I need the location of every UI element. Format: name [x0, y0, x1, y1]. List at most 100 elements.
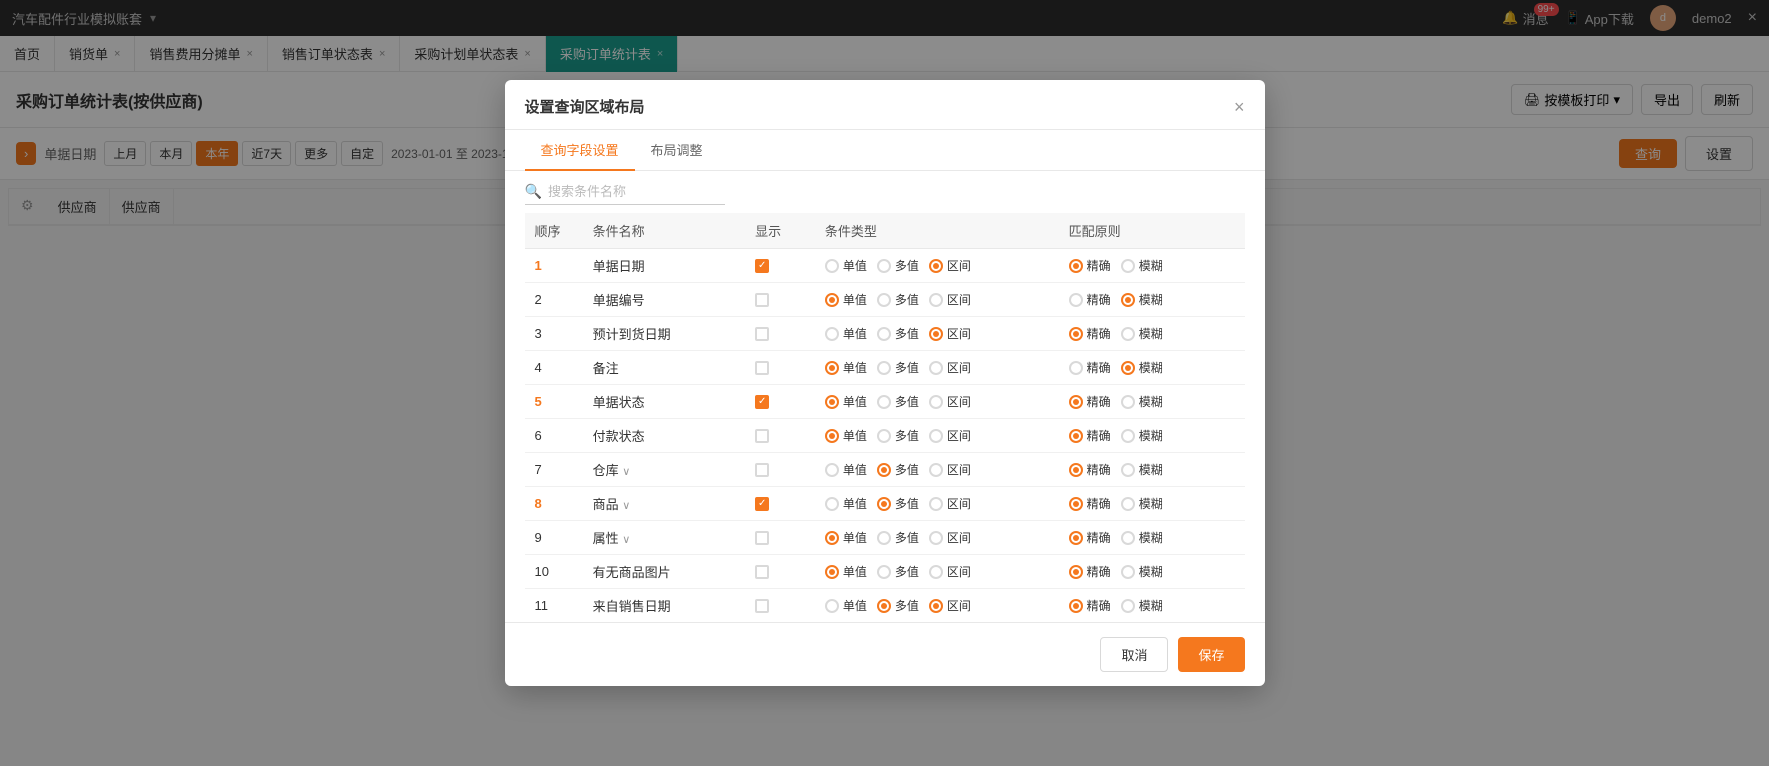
match-radio-exact[interactable]: 精确	[1069, 393, 1111, 410]
cell-show[interactable]	[745, 521, 815, 555]
match-radio-exact[interactable]: 精确	[1069, 325, 1111, 342]
type-radio-multi[interactable]: 多值	[877, 325, 919, 342]
type-radio-single[interactable]: 单值	[825, 495, 867, 512]
match-radio-exact[interactable]: 精确	[1069, 291, 1111, 308]
type-radio-label-multi: 多值	[895, 325, 919, 342]
match-radio-group: 精确模糊	[1069, 359, 1235, 376]
type-radio-multi[interactable]: 多值	[877, 597, 919, 614]
type-radio-multi[interactable]: 多值	[877, 461, 919, 478]
match-radio-fuzzy[interactable]: 模糊	[1121, 393, 1163, 410]
match-radio-exact[interactable]: 精确	[1069, 427, 1111, 444]
save-button[interactable]: 保存	[1178, 637, 1244, 672]
type-radio-multi[interactable]: 多值	[877, 495, 919, 512]
show-checkbox[interactable]	[755, 395, 769, 409]
match-radio-fuzzy[interactable]: 模糊	[1121, 563, 1163, 580]
match-radio-fuzzy[interactable]: 模糊	[1121, 495, 1163, 512]
cell-show[interactable]	[745, 419, 815, 453]
cell-show[interactable]	[745, 453, 815, 487]
match-radio-exact[interactable]: 精确	[1069, 563, 1111, 580]
type-radio-range[interactable]: 区间	[929, 257, 971, 274]
match-radio-fuzzy[interactable]: 模糊	[1121, 359, 1163, 376]
cell-show[interactable]	[745, 283, 815, 317]
cell-show[interactable]	[745, 317, 815, 351]
show-checkbox[interactable]	[755, 463, 769, 477]
cell-show[interactable]	[745, 555, 815, 589]
cell-show[interactable]	[745, 589, 815, 623]
show-checkbox[interactable]	[755, 327, 769, 341]
type-radio-single[interactable]: 单值	[825, 529, 867, 546]
th-type: 条件类型	[815, 213, 1059, 249]
type-radio-circle-single	[825, 599, 839, 613]
dialog-close-button[interactable]: ×	[1234, 98, 1245, 116]
cell-show[interactable]	[745, 385, 815, 419]
match-radio-fuzzy[interactable]: 模糊	[1121, 257, 1163, 274]
match-radio-exact[interactable]: 精确	[1069, 495, 1111, 512]
cell-name: 备注	[583, 351, 746, 385]
type-radio-range[interactable]: 区间	[929, 325, 971, 342]
type-radio-single[interactable]: 单值	[825, 291, 867, 308]
type-radio-range[interactable]: 区间	[929, 495, 971, 512]
type-radio-multi[interactable]: 多值	[877, 359, 919, 376]
type-radio-range[interactable]: 区间	[929, 461, 971, 478]
type-radio-range[interactable]: 区间	[929, 359, 971, 376]
type-radio-range[interactable]: 区间	[929, 393, 971, 410]
match-radio-fuzzy[interactable]: 模糊	[1121, 427, 1163, 444]
type-radio-multi[interactable]: 多值	[877, 257, 919, 274]
show-checkbox[interactable]	[755, 259, 769, 273]
type-radio-single[interactable]: 单值	[825, 393, 867, 410]
type-radio-single[interactable]: 单值	[825, 597, 867, 614]
type-radio-range[interactable]: 区间	[929, 563, 971, 580]
match-radio-exact[interactable]: 精确	[1069, 461, 1111, 478]
table-row: 2单据编号单值多值区间精确模糊	[525, 283, 1245, 317]
type-radio-multi[interactable]: 多值	[877, 529, 919, 546]
match-radio-fuzzy[interactable]: 模糊	[1121, 597, 1163, 614]
type-radio-single[interactable]: 单值	[825, 257, 867, 274]
match-radio-exact[interactable]: 精确	[1069, 257, 1111, 274]
type-radio-single[interactable]: 单值	[825, 325, 867, 342]
show-checkbox[interactable]	[755, 497, 769, 511]
match-radio-fuzzy[interactable]: 模糊	[1121, 325, 1163, 342]
show-checkbox[interactable]	[755, 429, 769, 443]
dialog-tab-fields[interactable]: 查询字段设置	[525, 130, 635, 171]
type-radio-multi[interactable]: 多值	[877, 393, 919, 410]
type-radio-label-range: 区间	[947, 359, 971, 376]
type-radio-label-single: 单值	[843, 291, 867, 308]
show-checkbox[interactable]	[755, 565, 769, 579]
type-radio-single[interactable]: 单值	[825, 359, 867, 376]
cell-show[interactable]	[745, 249, 815, 283]
match-radio-fuzzy[interactable]: 模糊	[1121, 291, 1163, 308]
type-radio-range[interactable]: 区间	[929, 529, 971, 546]
type-radio-circle-multi	[877, 565, 891, 579]
match-radio-fuzzy[interactable]: 模糊	[1121, 529, 1163, 546]
search-input[interactable]	[548, 184, 708, 199]
cell-show[interactable]	[745, 351, 815, 385]
match-radio-exact[interactable]: 精确	[1069, 529, 1111, 546]
type-radio-single[interactable]: 单值	[825, 461, 867, 478]
type-radio-range[interactable]: 区间	[929, 291, 971, 308]
type-radio-multi[interactable]: 多值	[877, 427, 919, 444]
match-radio-fuzzy[interactable]: 模糊	[1121, 461, 1163, 478]
show-checkbox[interactable]	[755, 599, 769, 613]
type-radio-label-range: 区间	[947, 393, 971, 410]
match-radio-label-fuzzy: 模糊	[1139, 529, 1163, 546]
show-checkbox[interactable]	[755, 361, 769, 375]
show-checkbox[interactable]	[755, 531, 769, 545]
dialog-tab-layout[interactable]: 布局调整	[635, 130, 719, 171]
type-radio-label-multi: 多值	[895, 427, 919, 444]
match-radio-exact[interactable]: 精确	[1069, 359, 1111, 376]
cell-type: 单值多值区间	[815, 453, 1059, 487]
show-checkbox[interactable]	[755, 293, 769, 307]
table-header: 顺序 条件名称 显示 条件类型 匹配原则	[525, 213, 1245, 249]
type-radio-single[interactable]: 单值	[825, 427, 867, 444]
match-radio-exact[interactable]: 精确	[1069, 597, 1111, 614]
type-radio-range[interactable]: 区间	[929, 427, 971, 444]
cell-show[interactable]	[745, 487, 815, 521]
match-radio-circle-exact	[1069, 565, 1083, 579]
type-radio-circle-range	[929, 565, 943, 579]
type-radio-single[interactable]: 单值	[825, 563, 867, 580]
type-radio-multi[interactable]: 多值	[877, 291, 919, 308]
type-radio-circle-range	[929, 293, 943, 307]
type-radio-multi[interactable]: 多值	[877, 563, 919, 580]
cancel-button[interactable]: 取消	[1100, 637, 1168, 672]
type-radio-range[interactable]: 区间	[929, 597, 971, 614]
